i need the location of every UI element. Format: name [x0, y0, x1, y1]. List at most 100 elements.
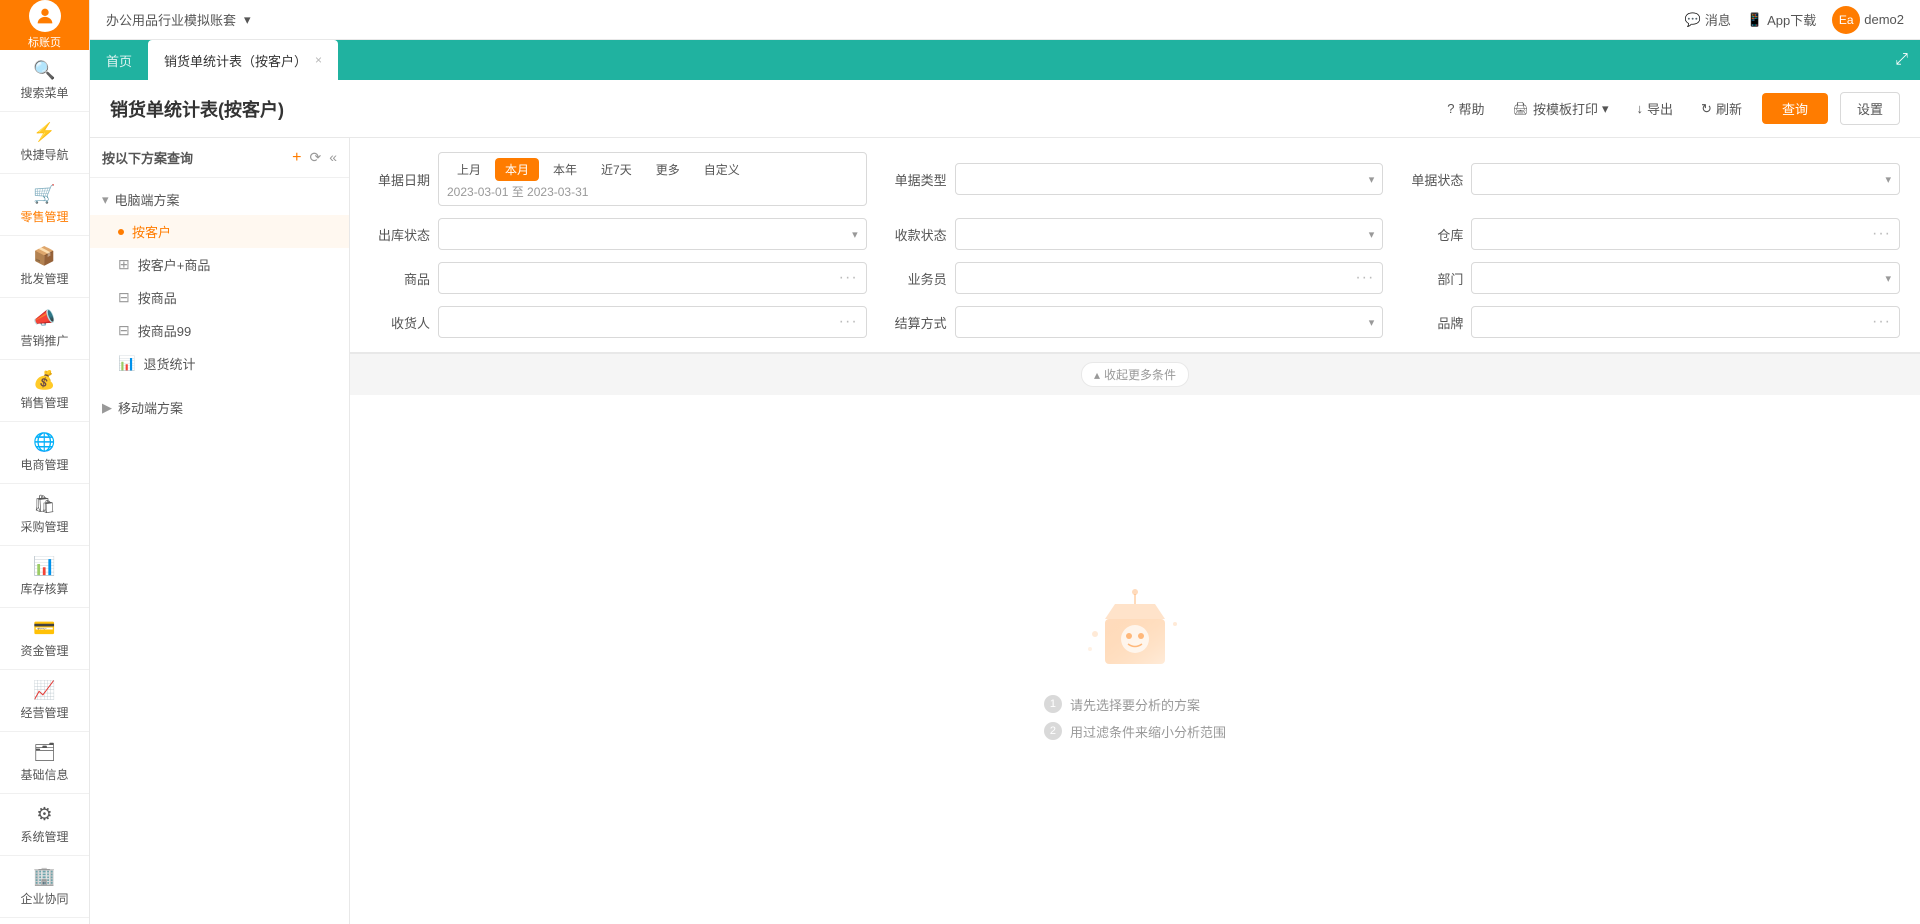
scheme-group-mobile-header[interactable]: ▶ 移动端方案 — [90, 392, 349, 423]
avatar-text: Ea — [1839, 13, 1854, 27]
scheme-label-customer-goods: 按客户+商品 — [138, 255, 211, 274]
scheme-label-goods: 按商品 — [138, 288, 177, 307]
scheme-item-customer[interactable]: 按客户 — [90, 215, 349, 248]
empty-illustration — [1075, 579, 1195, 679]
tab-home[interactable]: 首页 — [90, 40, 148, 80]
sidebar-item-shortcut[interactable]: ⚡ 快捷导航 — [0, 112, 90, 174]
add-scheme-btn[interactable]: + — [292, 149, 301, 167]
message-btn[interactable]: 💬 消息 — [1685, 10, 1731, 29]
filter-row3: 商品 ··· 业务员 ··· 部门 — [370, 262, 1900, 294]
goods-control[interactable]: ··· — [438, 262, 867, 294]
scheme-item-goods99[interactable]: ⊟ 按商品99 — [90, 314, 349, 347]
ecommerce-icon: 🌐 — [33, 432, 55, 453]
status-control[interactable]: ▾ — [1471, 163, 1900, 195]
date-tab-thismonth[interactable]: 本月 — [495, 158, 539, 181]
type-control[interactable]: ▾ — [955, 163, 1384, 195]
maximize-btn[interactable]: ⤢ — [1883, 51, 1920, 69]
tab-home-label: 首页 — [106, 51, 132, 70]
department-control[interactable]: ▾ — [1471, 262, 1900, 294]
filter-recipient-item: 收货人 ··· — [370, 306, 867, 338]
sidebar-item-operations[interactable]: 📈 经营管理 — [0, 670, 90, 732]
sidebar-item-wholesale-label: 批发管理 — [20, 270, 68, 287]
filter-salesperson-item: 业务员 ··· — [887, 262, 1384, 294]
sidebar-item-retail-label: 零售管理 — [20, 208, 68, 225]
warehouse-control[interactable]: ··· — [1471, 218, 1900, 250]
sidebar-item-search-label: 搜索菜单 — [20, 84, 68, 101]
goods-label: 商品 — [370, 269, 430, 288]
sidebar-item-inventory[interactable]: 📊 库存核算 — [0, 546, 90, 608]
outstatus-label: 出库状态 — [370, 225, 430, 244]
avatar: Ea — [1832, 6, 1860, 34]
receiptstatus-control[interactable]: ▾ — [955, 218, 1384, 250]
help-icon: ? — [1447, 101, 1454, 116]
tabbar: 首页 销货单统计表（按客户） × ⤢ — [90, 40, 1920, 80]
sidebar-item-wholesale[interactable]: 📦 批发管理 — [0, 236, 90, 298]
export-btn[interactable]: ↓ 导出 — [1629, 95, 1682, 122]
app-download-btn[interactable]: 📱 App下载 — [1747, 10, 1816, 29]
sidebar: 标账页 🔍 搜索菜单 ⚡ 快捷导航 🛒 零售管理 📦 批发管理 📣 营销推广 💰… — [0, 0, 90, 924]
left-panel-title: 按以下方案查询 — [102, 148, 193, 167]
help-btn[interactable]: ? 帮助 — [1439, 95, 1492, 122]
print-arrow: ▾ — [1602, 101, 1609, 117]
settings-btn[interactable]: 设置 — [1840, 92, 1900, 125]
salesperson-label: 业务员 — [887, 269, 947, 288]
retail-icon: 🛒 — [33, 184, 55, 205]
sidebar-item-search[interactable]: 🔍 搜索菜单 — [0, 50, 90, 112]
sidebar-item-purchase[interactable]: 🛍 采购管理 — [0, 484, 90, 546]
tab-close-icon[interactable]: × — [315, 53, 322, 67]
date-tab-thisyear[interactable]: 本年 — [543, 158, 587, 181]
sidebar-item-sales[interactable]: 💰 销售管理 — [0, 360, 90, 422]
settlement-control[interactable]: ▾ — [955, 306, 1384, 338]
sidebar-item-newuser[interactable]: 🆕 新手引导 — [0, 918, 90, 924]
dropdown-arrow[interactable]: ▾ — [244, 12, 251, 28]
export-label: 导出 — [1647, 99, 1673, 118]
outstatus-control[interactable]: ▾ — [438, 218, 867, 250]
sidebar-item-basic[interactable]: 🗂 基础信息 — [0, 732, 90, 794]
sidebar-item-enterprise[interactable]: 🏢 企业协同 — [0, 856, 90, 918]
date-tab-custom[interactable]: 自定义 — [694, 158, 750, 181]
sidebar-item-finance[interactable]: 💳 资金管理 — [0, 608, 90, 670]
sidebar-item-ecommerce[interactable]: 🌐 电商管理 — [0, 422, 90, 484]
date-tab-lastmonth[interactable]: 上月 — [447, 158, 491, 181]
scheme-item-customer-goods[interactable]: ⊞ 按客户+商品 — [90, 248, 349, 281]
sidebar-item-operations-label: 经营管理 — [20, 704, 68, 721]
type-arrow: ▾ — [1369, 173, 1375, 186]
recipient-dots: ··· — [839, 313, 858, 331]
print-btn[interactable]: 🖨 按模板打印 ▾ — [1504, 95, 1616, 122]
date-tab-7days[interactable]: 近7天 — [591, 158, 642, 181]
scheme-label-customer: 按客户 — [132, 222, 171, 241]
refresh-scheme-btn[interactable]: ⟳ — [309, 149, 321, 167]
print-label: 按模板打印 — [1533, 99, 1598, 118]
sidebar-item-retail[interactable]: 🛒 零售管理 — [0, 174, 90, 236]
sidebar-item-shortcut-label: 快捷导航 — [20, 146, 68, 163]
sidebar-item-sales-label: 销售管理 — [20, 394, 68, 411]
sidebar-item-purchase-label: 采购管理 — [20, 518, 68, 535]
page-title: 销货单统计表(按客户) — [110, 96, 284, 134]
filter-outstatus-item: 出库状态 ▾ — [370, 218, 867, 250]
scheme-group-mobile: ▶ 移动端方案 — [90, 386, 349, 429]
sidebar-item-finance-label: 资金管理 — [20, 642, 68, 659]
hint-text-2: 用过滤条件来缩小分析范围 — [1070, 722, 1226, 741]
collapse-btn[interactable]: ▴ 收起更多条件 — [1081, 362, 1189, 387]
scheme-item-return[interactable]: 📊 退货统计 — [90, 347, 349, 380]
sidebar-item-marketing[interactable]: 📣 营销推广 — [0, 298, 90, 360]
tab-sales-stat[interactable]: 销货单统计表（按客户） × — [148, 40, 338, 80]
collapse-panel-btn[interactable]: « — [329, 149, 337, 167]
industry-label: 办公用品行业模拟账套 — [106, 10, 236, 29]
sidebar-item-system[interactable]: ⚙ 系统管理 — [0, 794, 90, 856]
refresh-btn[interactable]: ↻ 刷新 — [1693, 95, 1750, 122]
left-panel: 按以下方案查询 + ⟳ « ▾ 电脑端方案 按客户 — [90, 138, 350, 924]
purchase-icon: 🛍 — [33, 494, 56, 515]
query-btn[interactable]: 查询 — [1762, 93, 1828, 124]
date-label: 单据日期 — [370, 170, 430, 189]
recipient-control[interactable]: ··· — [438, 306, 867, 338]
table-icon: ⊟ — [118, 289, 130, 306]
brand-control[interactable]: ··· — [1471, 306, 1900, 338]
salesperson-control[interactable]: ··· — [955, 262, 1384, 294]
scheme-group-desktop-header[interactable]: ▾ 电脑端方案 — [90, 184, 349, 215]
user-area[interactable]: Ea demo2 — [1832, 6, 1904, 34]
date-tab-more[interactable]: 更多 — [646, 158, 690, 181]
date-control[interactable]: 上月 本月 本年 近7天 更多 自定义 2023-03-01 至 2023-03… — [438, 152, 867, 206]
sidebar-item-inventory-label: 库存核算 — [20, 580, 68, 597]
scheme-item-goods[interactable]: ⊟ 按商品 — [90, 281, 349, 314]
